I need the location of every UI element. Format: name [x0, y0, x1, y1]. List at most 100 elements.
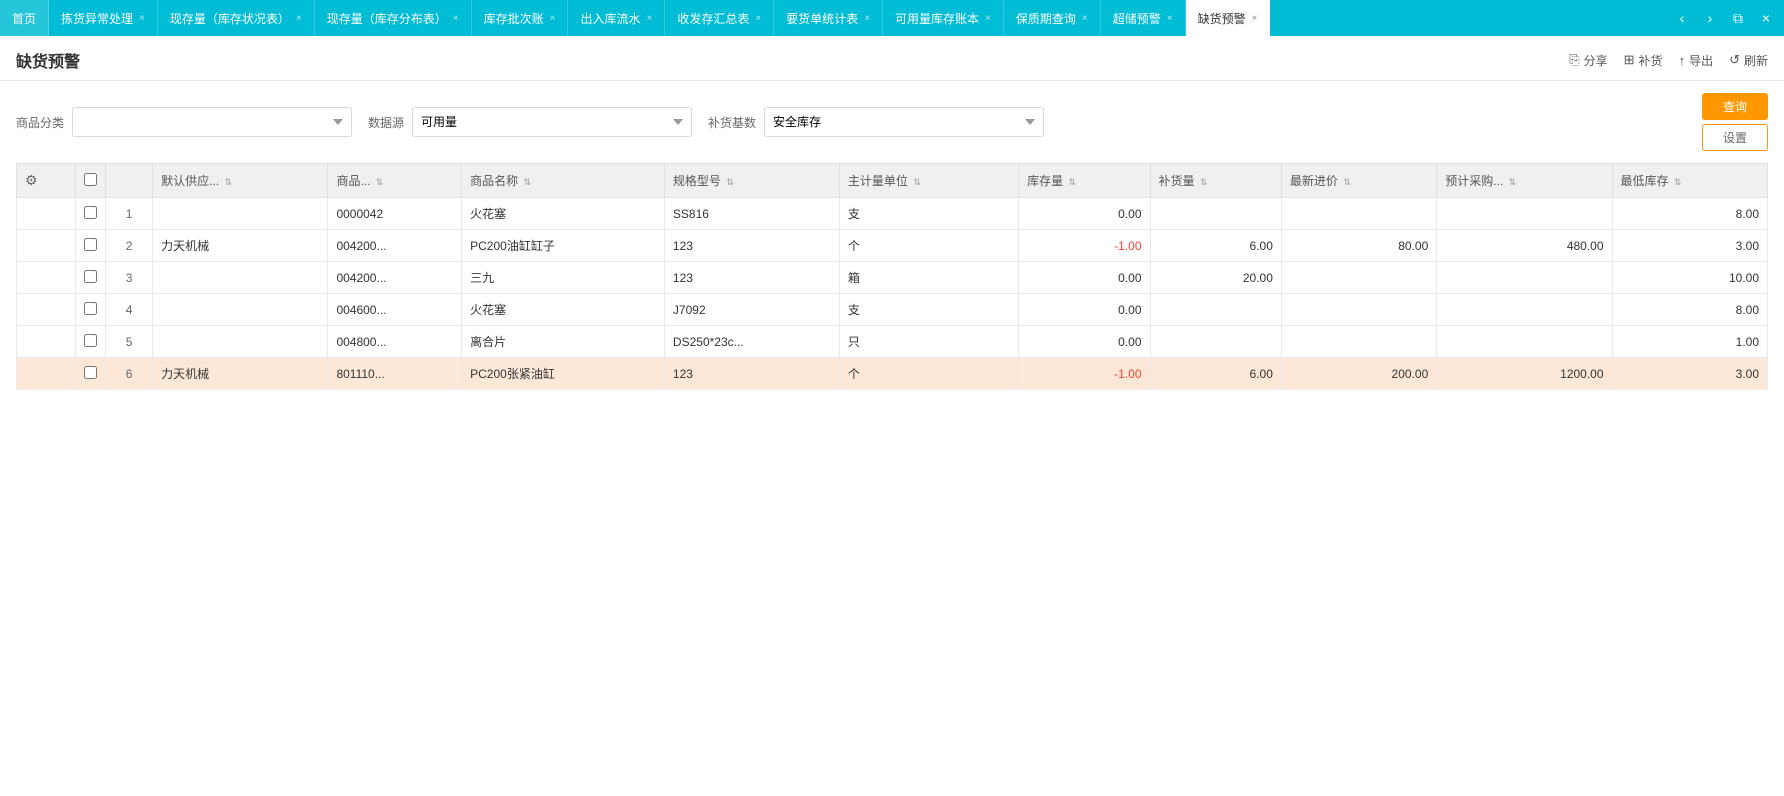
th-code[interactable]: 商品... ⇅ [328, 164, 462, 198]
th-gear[interactable]: ⚙ [17, 164, 76, 198]
row-min-stock: 8.00 [1612, 294, 1767, 326]
nav-tab-home[interactable]: 首页 [0, 0, 49, 36]
row-min-stock: 8.00 [1612, 198, 1767, 230]
row-supplier [153, 262, 328, 294]
close-icon[interactable]: × [550, 13, 556, 24]
main-table: ⚙ 默认供应... ⇅ 商品... ⇅ 商品名称 [16, 163, 1768, 390]
th-est-purchase[interactable]: 预计采购... ⇅ [1437, 164, 1612, 198]
row-checkbox[interactable] [84, 366, 97, 379]
row-supplier: 力天机械 [153, 230, 328, 262]
close-icon[interactable]: × [1167, 13, 1173, 24]
close-icon[interactable]: × [453, 13, 459, 24]
close-icon[interactable]: × [1082, 13, 1088, 24]
row-code: 801110... [328, 358, 462, 390]
nav-tab-11[interactable]: 缺货预警 × [1186, 0, 1271, 36]
close-icon[interactable]: × [646, 13, 652, 24]
th-unit[interactable]: 主计量单位 ⇅ [839, 164, 1018, 198]
export-button[interactable]: ↑ 导出 [1679, 52, 1714, 69]
row-checkbox[interactable] [84, 334, 97, 347]
export-label: 导出 [1689, 52, 1713, 69]
replenish-basis-select[interactable]: 安全库存 [764, 107, 1044, 137]
sort-icon: ⇅ [1068, 177, 1076, 187]
close-icon[interactable]: × [1252, 13, 1258, 24]
row-gear-cell [17, 198, 76, 230]
replenish-button[interactable]: ⊞ 补货 [1624, 52, 1663, 69]
row-spec: DS250*23c... [664, 326, 839, 358]
close-icon[interactable]: × [755, 13, 761, 24]
row-est-purchase [1437, 198, 1612, 230]
th-replenish[interactable]: 补货量 ⇅ [1150, 164, 1281, 198]
row-min-stock: 3.00 [1612, 230, 1767, 262]
nav-restore-button[interactable]: ⧉ [1724, 4, 1752, 32]
row-latest-price: 200.00 [1281, 358, 1436, 390]
row-latest-price [1281, 326, 1436, 358]
nav-tab-label: 出入库流水 [580, 10, 640, 27]
nav-next-button[interactable]: › [1696, 4, 1724, 32]
nav-tab-label: 库存批次账 [484, 10, 544, 27]
row-unit: 个 [839, 358, 1018, 390]
close-icon[interactable]: × [296, 13, 302, 24]
th-row [105, 164, 152, 198]
nav-tab-4[interactable]: 库存批次账 × [472, 0, 569, 36]
row-checkbox-cell [75, 262, 105, 294]
nav-prev-button[interactable]: ‹ [1668, 4, 1696, 32]
row-checkbox[interactable] [84, 206, 97, 219]
th-spec-label: 规格型号 [673, 174, 721, 188]
nav-tab-5[interactable]: 出入库流水 × [568, 0, 665, 36]
filter-bar: 商品分类 数据源 可用量 补货基数 安全库存 查询 设置 [0, 81, 1784, 163]
sort-icon: ⇅ [1200, 177, 1208, 187]
close-icon[interactable]: × [985, 13, 991, 24]
nav-tab-label: 收发存汇总表 [677, 10, 749, 27]
th-stock-label: 库存量 [1027, 174, 1063, 188]
row-est-purchase: 1200.00 [1437, 358, 1612, 390]
datasource-select[interactable]: 可用量 [412, 107, 692, 137]
row-unit: 个 [839, 230, 1018, 262]
th-spec[interactable]: 规格型号 ⇅ [664, 164, 839, 198]
th-stock[interactable]: 库存量 ⇅ [1019, 164, 1150, 198]
row-number: 5 [105, 326, 152, 358]
row-checkbox[interactable] [84, 302, 97, 315]
th-latest-price[interactable]: 最新进价 ⇅ [1281, 164, 1436, 198]
header-actions: ⎘ 分享 ⊞ 补货 ↑ 导出 ↺ 刷新 [1569, 52, 1768, 69]
row-latest-price: 80.00 [1281, 230, 1436, 262]
th-min-stock[interactable]: 最低库存 ⇅ [1612, 164, 1767, 198]
row-supplier: 力天机械 [153, 358, 328, 390]
nav-tab-6[interactable]: 收发存汇总表 × [665, 0, 774, 36]
category-label: 商品分类 [16, 114, 64, 131]
nav-tab-9[interactable]: 保质期查询 × [1004, 0, 1101, 36]
filter-actions: 查询 设置 [1702, 93, 1768, 151]
export-icon: ↑ [1679, 53, 1686, 68]
close-icon[interactable]: × [864, 13, 870, 24]
nav-tab-8[interactable]: 可用量库存账本 × [883, 0, 1004, 36]
table-body: 1 0000042 火花塞 SS816 支 0.00 8.00 2 力天机械 0… [17, 198, 1768, 390]
share-icon: ⎘ [1569, 52, 1579, 68]
nav-controls: ‹ › ⧉ × [1668, 4, 1784, 32]
nav-tab-1[interactable]: 拣货异常处理 × [49, 0, 158, 36]
category-filter-group: 商品分类 [16, 107, 352, 137]
th-latest-price-label: 最新进价 [1290, 174, 1338, 188]
nav-tab-7[interactable]: 要货单统计表 × [774, 0, 883, 36]
row-checkbox[interactable] [84, 270, 97, 283]
row-stock: -1.00 [1019, 358, 1150, 390]
row-checkbox[interactable] [84, 238, 97, 251]
share-button[interactable]: ⎘ 分享 [1569, 52, 1607, 69]
row-checkbox-cell [75, 358, 105, 390]
th-name[interactable]: 商品名称 ⇅ [462, 164, 665, 198]
nav-tab-10[interactable]: 超储预警 × [1101, 0, 1186, 36]
query-button[interactable]: 查询 [1702, 93, 1768, 120]
row-name: PC200张紧油缸 [462, 358, 665, 390]
th-supplier[interactable]: 默认供应... ⇅ [153, 164, 328, 198]
row-spec: 123 [664, 230, 839, 262]
close-icon[interactable]: × [139, 13, 145, 24]
settings-button[interactable]: 设置 [1702, 124, 1768, 151]
category-select[interactable] [72, 107, 352, 137]
gear-icon[interactable]: ⚙ [25, 172, 38, 188]
nav-tab-2[interactable]: 现存量（库存状况表） × [158, 0, 315, 36]
select-all-checkbox[interactable] [84, 173, 97, 186]
refresh-button[interactable]: ↺ 刷新 [1729, 52, 1768, 69]
nav-tab-label: 保质期查询 [1016, 10, 1076, 27]
nav-close-all-button[interactable]: × [1752, 4, 1780, 32]
nav-tab-3[interactable]: 现存量（库存分布表） × [315, 0, 472, 36]
row-number: 2 [105, 230, 152, 262]
row-name: 离合片 [462, 326, 665, 358]
